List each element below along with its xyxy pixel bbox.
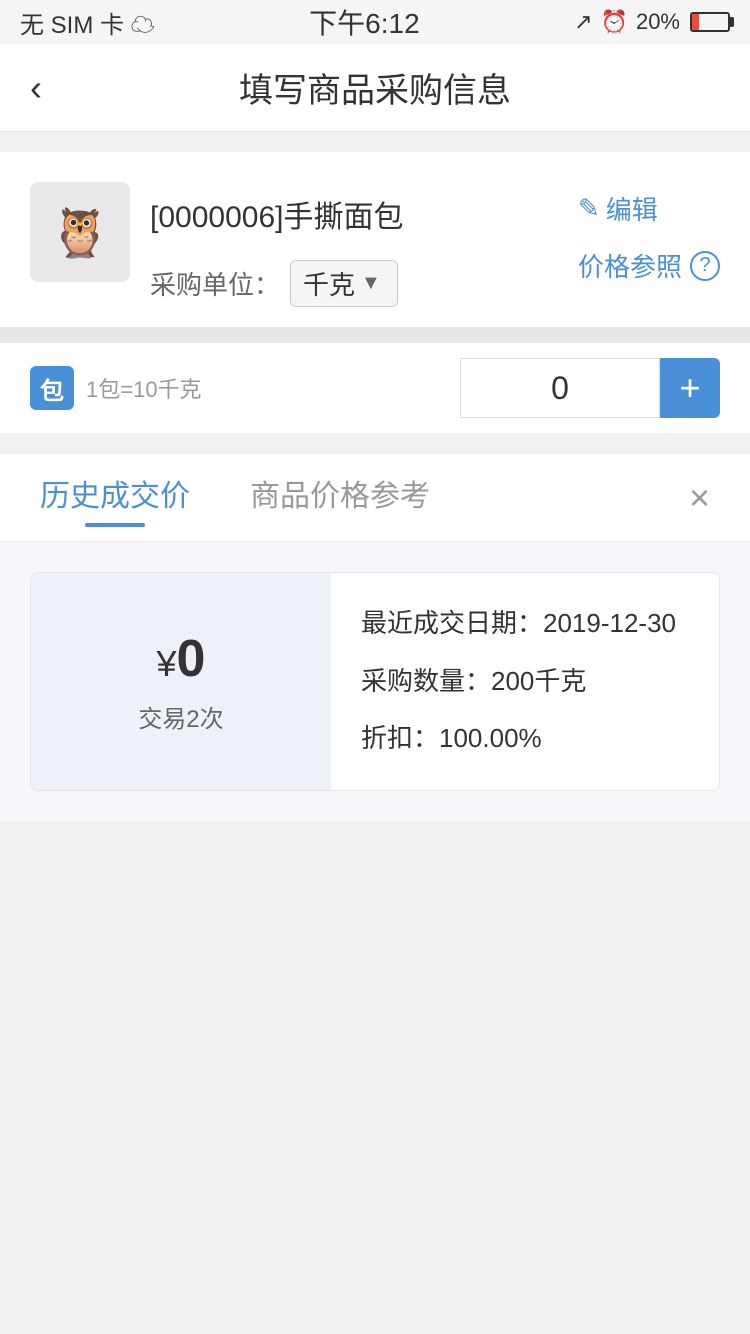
tabs-container: 历史成交价 商品价格参考 × ¥0 交易2次 最近成交日期：2019-12-30… (0, 453, 750, 821)
edit-label: 编辑 (606, 190, 658, 227)
quantity-row: 包 1包=10千克 0 + (0, 343, 750, 433)
product-info: [0000006]手撕面包 采购单位： 千克 ▼ (150, 182, 403, 307)
quantity-input[interactable]: 0 (460, 358, 660, 418)
no-sim-text: 无 SIM 卡 ☁ (20, 5, 155, 40)
unit-value: 千克 (303, 265, 355, 302)
product-right-actions: ✎ 编辑 价格参照 ? (578, 182, 720, 284)
edit-icon: ✎ (578, 193, 600, 224)
price-value: 0 (177, 630, 206, 688)
tabs-header: 历史成交价 商品价格参考 × (0, 454, 750, 542)
product-top: 🦉 [0000006]手撕面包 采购单位： 千克 ▼ ✎ 编辑 (30, 182, 720, 307)
discount-label: 折扣： (361, 723, 439, 753)
price-card: ¥0 交易2次 最近成交日期：2019-12-30 采购数量：200千克 折扣：… (30, 572, 720, 791)
product-card: 🦉 [0000006]手撕面包 采购单位： 千克 ▼ ✎ 编辑 (0, 152, 750, 327)
package-icon-label: 包 (30, 366, 74, 410)
product-left: 🦉 [0000006]手撕面包 采购单位： 千克 ▼ (30, 182, 403, 307)
back-button[interactable]: ‹ (30, 67, 42, 109)
tabs-list: 历史成交价 商品价格参考 (40, 471, 430, 525)
section-divider (0, 327, 750, 343)
product-unit-row: 采购单位： 千克 ▼ (150, 260, 403, 307)
unit-label: 采购单位： (150, 265, 280, 302)
price-amount: ¥0 (157, 629, 206, 689)
recent-date-row: 最近成交日期：2019-12-30 (361, 603, 689, 645)
quantity-label: 包 1包=10千克 (30, 366, 202, 410)
quantity-controls: 0 + (460, 358, 720, 418)
edit-button[interactable]: ✎ 编辑 (578, 190, 720, 227)
discount-value: 100.00% (439, 723, 542, 753)
status-bar: 无 SIM 卡 ☁ 下午6:12 ↗ ⏰ 20% (0, 0, 750, 44)
page-title: 填写商品采购信息 (239, 63, 511, 112)
recent-date-value: 2019-12-30 (543, 608, 676, 638)
header: ‹ 填写商品采购信息 (0, 44, 750, 132)
unit-select[interactable]: 千克 ▼ (290, 260, 398, 307)
quantity-plus-button[interactable]: + (660, 358, 720, 418)
recent-date-label: 最近成交日期： (361, 608, 543, 638)
tab-history-price[interactable]: 历史成交价 (40, 471, 190, 525)
status-time: 下午6:12 (309, 2, 420, 42)
currency-symbol: ¥ (157, 643, 177, 684)
product-name: [0000006]手撕面包 (150, 192, 403, 236)
battery-percent: 20% (636, 9, 680, 35)
discount-row: 折扣：100.00% (361, 718, 689, 760)
product-thumbnail: 🦉 (30, 182, 130, 282)
chevron-down-icon: ▼ (361, 272, 381, 295)
price-ref-label: 价格参照 (578, 247, 682, 284)
quantity-value-info: 200千克 (491, 666, 586, 696)
price-card-container: ¥0 交易2次 最近成交日期：2019-12-30 采购数量：200千克 折扣：… (0, 542, 750, 821)
status-left: 无 SIM 卡 ☁ (20, 5, 155, 40)
quantity-label-info: 采购数量： (361, 666, 491, 696)
product-image-icon: 🦉 (50, 204, 110, 261)
price-ref-button[interactable]: 价格参照 ? (578, 247, 720, 284)
question-icon: ? (690, 251, 720, 281)
product-id: [0000006] (150, 201, 283, 234)
product-title: 手撕面包 (283, 201, 403, 234)
tab-close-button[interactable]: × (689, 477, 710, 519)
location-icon: ↗ (574, 9, 592, 35)
quantity-row-info: 采购数量：200千克 (361, 661, 689, 703)
battery-icon (690, 12, 730, 32)
unit-conversion-text: 1包=10千克 (86, 372, 202, 404)
tab-price-reference[interactable]: 商品价格参考 (250, 471, 430, 525)
status-right: ↗ ⏰ 20% (574, 9, 730, 35)
alarm-icon: ⏰ (601, 9, 628, 35)
trades-count: 交易2次 (138, 699, 223, 734)
price-card-right: 最近成交日期：2019-12-30 采购数量：200千克 折扣：100.00% (331, 573, 719, 790)
price-card-left: ¥0 交易2次 (31, 573, 331, 790)
